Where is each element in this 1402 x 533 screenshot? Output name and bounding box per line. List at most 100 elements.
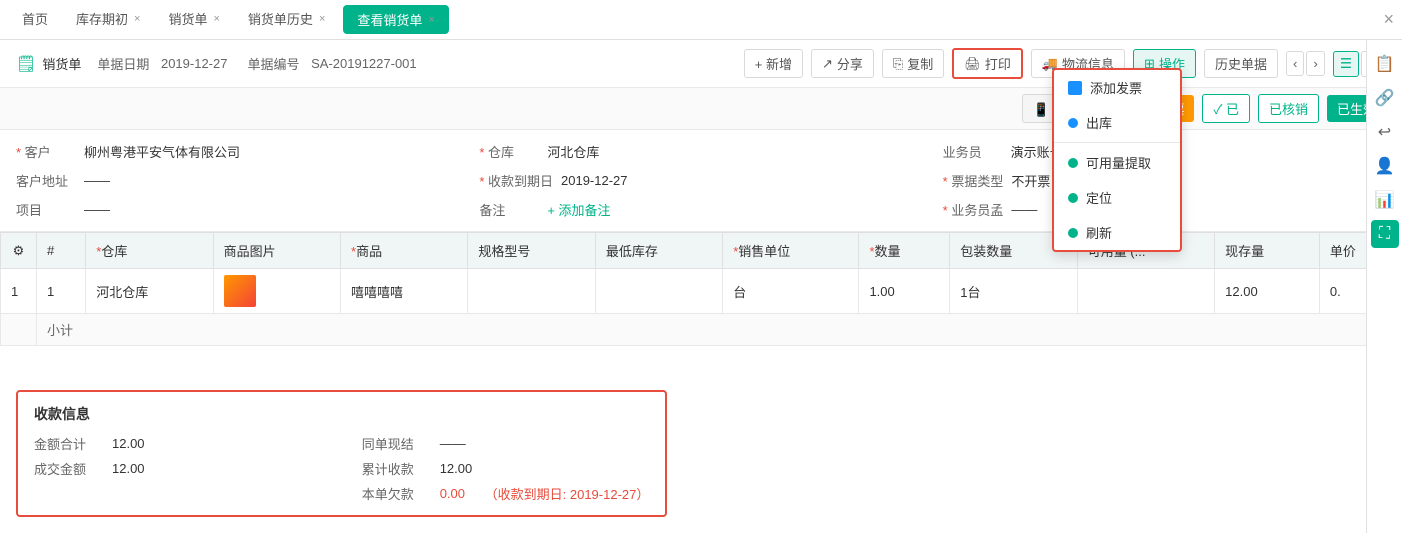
project-field: 项目 —— (16, 200, 459, 219)
remark-label: 备注 (479, 200, 539, 219)
form-area: 客户 柳州粤港平安气体有限公司 仓库 河北仓库 业务员 演示账号 客户地址 ——… (0, 130, 1402, 232)
same-settle-value: —— (440, 436, 466, 451)
tab-view-sales[interactable]: 查看销货单 × (343, 5, 448, 34)
sales-staff-value: —— (1011, 202, 1037, 217)
sidebar-icon-1[interactable]: 📋 (1371, 50, 1399, 78)
col-unit: *销售单位 (723, 233, 859, 269)
cell-warehouse: 河北仓库 (86, 269, 213, 314)
nav-arrows: ‹ › (1286, 51, 1325, 76)
share-button[interactable]: ↗ 分享 (811, 49, 874, 78)
total-amount-value: 12.00 (112, 436, 145, 451)
toolbar-row: 📱 来自手机 ● 未开票 ✓ 已 已核销 已生效 (0, 88, 1402, 130)
list-view-button[interactable]: ☰ (1333, 51, 1359, 77)
col-gear[interactable]: ⚙ (1, 233, 37, 269)
doc-title: 销货单 (42, 54, 81, 73)
cumulative-payment-value: 12.00 (440, 461, 473, 476)
tab-inventory[interactable]: 库存期初 × (62, 0, 154, 40)
tab-sales[interactable]: 销货单 × (154, 0, 233, 40)
payment-info-title: 收款信息 (34, 404, 649, 424)
cell-min-stock (595, 269, 722, 314)
project-value: —— (84, 202, 110, 217)
deal-amount-row: 成交金额 12.00 (34, 459, 322, 478)
tab-inventory-close[interactable]: × (134, 13, 140, 25)
warehouse-field: 仓库 河北仓库 (479, 142, 922, 161)
main-container: 🗒 销货单 单据日期 2019-12-27 单据编号 SA-20191227-0… (0, 40, 1402, 533)
doc-date-value: 2019-12-27 (161, 56, 228, 71)
cancel-button[interactable]: 已核销 (1258, 94, 1319, 123)
col-qty: *数量 (859, 233, 950, 269)
tab-sales-history-close[interactable]: × (319, 13, 325, 25)
locate-item[interactable]: 定位 (1054, 180, 1180, 215)
cell-available (1077, 269, 1214, 314)
prev-button[interactable]: ‹ (1286, 51, 1304, 76)
add-invoice-item[interactable]: 添加发票 (1054, 70, 1180, 105)
dropdown-divider (1054, 142, 1180, 143)
history-button[interactable]: 历史单据 (1204, 49, 1278, 78)
subtotal-row: 小计 (1, 314, 1402, 346)
sidebar-icon-4[interactable]: 👤 (1371, 152, 1399, 180)
ticket-value: 不开票 (1011, 171, 1050, 190)
col-seq: # (37, 233, 86, 269)
doc-number-label: 单据编号 SA-20191227-001 (247, 54, 416, 73)
subtotal-label: 小计 (37, 314, 1402, 346)
col-spec: 规格型号 (468, 233, 595, 269)
next-button[interactable]: › (1306, 51, 1324, 76)
print-button[interactable]: 🖨 打印 (952, 48, 1023, 79)
outbound-item[interactable]: 出库 (1054, 105, 1180, 140)
operate-dropdown: 添加发票 出库 可用量提取 定位 刷新 (1052, 68, 1182, 252)
right-sidebar: 📋 🔗 ↩ 👤 📊 ⛶ (1366, 40, 1402, 533)
sidebar-icon-expand[interactable]: ⛶ (1371, 220, 1399, 248)
sidebar-icon-5[interactable]: 📊 (1371, 186, 1399, 214)
address-value: —— (84, 173, 110, 188)
cell-seq2: 1 (37, 269, 86, 314)
cell-stock: 12.00 (1215, 269, 1320, 314)
tab-sales-history[interactable]: 销货单历史 × (234, 0, 339, 40)
doc-date-label: 单据日期 2019-12-27 (97, 54, 227, 73)
cell-unit: 台 (723, 269, 859, 314)
new-button[interactable]: + 新增 (744, 49, 803, 78)
staff-label: 业务员 (943, 142, 1003, 161)
address-field: 客户地址 —— (16, 171, 459, 190)
deal-amount-label: 成交金额 (34, 459, 104, 478)
tab-sales-close[interactable]: × (213, 13, 219, 25)
doc-meta: 单据日期 2019-12-27 单据编号 SA-20191227-001 (97, 54, 416, 73)
ticket-label: 票据类型 (943, 171, 1004, 190)
locate-icon (1068, 193, 1078, 203)
remark-field: 备注 + 添加备注 (479, 200, 922, 219)
payment-info-box: 收款信息 金额合计 12.00 同单现结 —— 成交金额 12.00 累计收款 … (16, 390, 667, 517)
warehouse-label: 仓库 (479, 142, 539, 161)
same-settle-row: 同单现结 —— (362, 434, 650, 453)
sidebar-icon-2[interactable]: 🔗 (1371, 84, 1399, 112)
cell-pkg-qty: 1台 (950, 269, 1077, 314)
cell-spec (468, 269, 595, 314)
spacer (34, 484, 322, 503)
product-image (224, 275, 256, 307)
share-icon: ↗ (822, 56, 833, 72)
tab-view-sales-close[interactable]: × (428, 14, 434, 26)
payment-date-value: 2019-12-27 (561, 173, 628, 188)
overdue-value: 0.00 (440, 486, 465, 501)
tab-home[interactable]: 首页 (8, 0, 62, 40)
doc-title-area: 🗒 销货单 (16, 54, 81, 74)
table-container: ⚙ # *仓库 商品图片 *商品 规格型号 最低库存 *销售单位 *数量 包装数… (0, 232, 1402, 380)
cell-product-img (213, 269, 340, 314)
cumulative-payment-label: 累计收款 (362, 459, 432, 478)
check-button[interactable]: ✓ 已 (1202, 94, 1250, 123)
overdue-row: 本单欠款 0.00 （收款到期日: 2019-12-27） (362, 484, 650, 503)
payment-date-field: 收款到期日 2019-12-27 (479, 171, 922, 190)
doc-icon: 🗒 (16, 54, 36, 74)
sales-staff-label: 业务员孟 (943, 200, 1004, 219)
available-qty-item[interactable]: 可用量提取 (1054, 145, 1180, 180)
col-product: *商品 (341, 233, 468, 269)
refresh-item[interactable]: 刷新 (1054, 215, 1180, 250)
col-stock: 现存量 (1215, 233, 1320, 269)
outbound-icon (1068, 118, 1078, 128)
sidebar-icon-3[interactable]: ↩ (1371, 118, 1399, 146)
plus-icon: + (547, 203, 555, 218)
bottom-area: 收款信息 金额合计 12.00 同单现结 —— 成交金额 12.00 累计收款 … (0, 380, 1402, 533)
close-window-button[interactable]: × (1383, 9, 1394, 30)
add-remark-button[interactable]: + 添加备注 (547, 200, 610, 219)
copy-button[interactable]: ⎘ 复制 (882, 49, 944, 78)
refresh-icon (1068, 228, 1078, 238)
project-label: 项目 (16, 200, 76, 219)
